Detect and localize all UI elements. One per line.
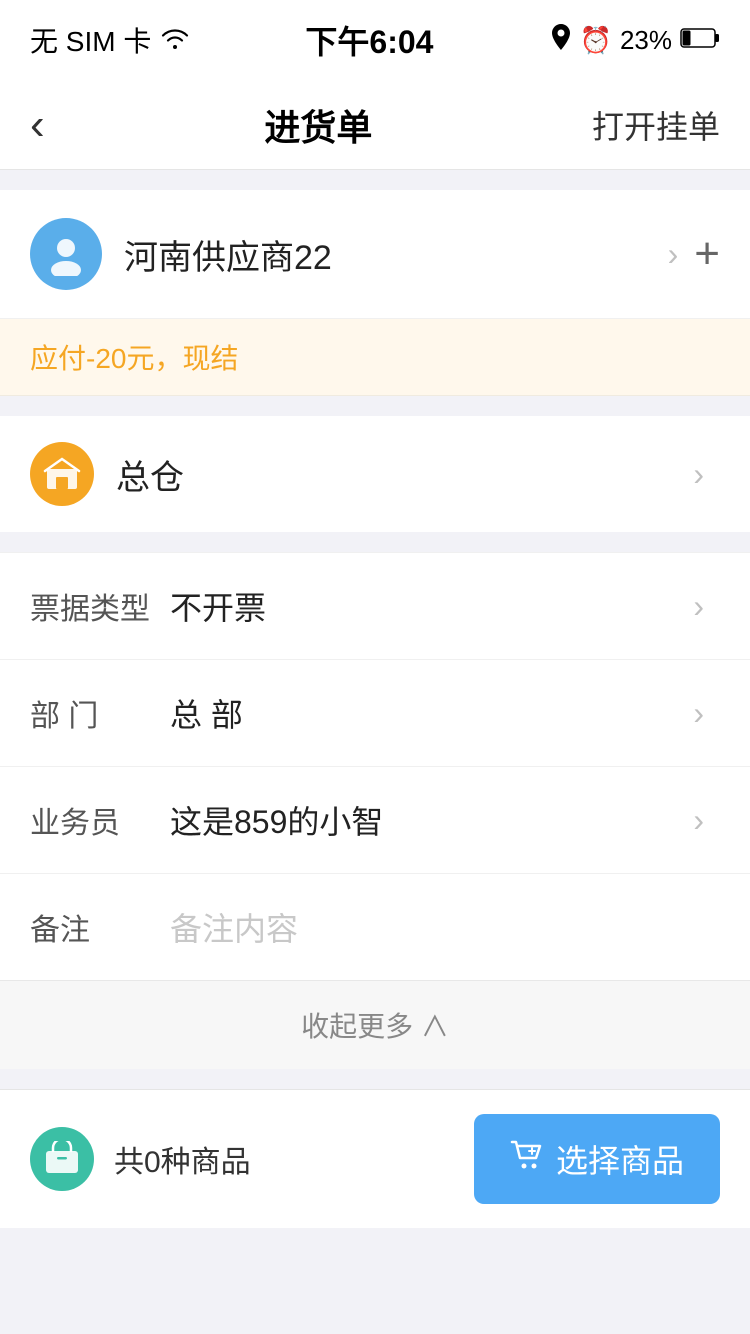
status-indicators: ⏰ 23% (550, 24, 720, 57)
cart-icon (510, 1140, 544, 1178)
wifi-icon (161, 24, 189, 56)
form-row-invoice[interactable]: 票据类型 不开票 › (0, 552, 750, 659)
open-pending-button[interactable]: 打开挂单 (592, 102, 720, 148)
add-supplier-button[interactable]: + (694, 232, 720, 276)
warehouse-icon (30, 442, 94, 506)
notice-bar: 应付-20元，现结 (0, 319, 750, 396)
supplier-name: 河南供应商22 (124, 230, 668, 279)
mid-divider-2 (0, 532, 750, 552)
value-dept: 总 部 (170, 690, 693, 736)
bottom-divider (0, 1069, 750, 1089)
location-icon (550, 24, 572, 57)
dept-chevron-icon: › (693, 695, 704, 732)
invoice-chevron-icon: › (693, 588, 704, 625)
nav-bar: ‹ 进货单 打开挂单 (0, 80, 750, 170)
value-invoice: 不开票 (170, 583, 693, 629)
form-row-remark[interactable]: 备注 备注内容 (0, 873, 750, 980)
mid-divider-1 (0, 396, 750, 416)
warehouse-card: 总仓 › (0, 416, 750, 532)
warehouse-chevron-icon: › (693, 456, 704, 493)
salesman-chevron-icon: › (693, 802, 704, 839)
battery-icon (680, 25, 720, 56)
label-dept: 部 门 (30, 691, 170, 735)
form-row-salesman[interactable]: 业务员 这是859的小智 › (0, 766, 750, 873)
page-title: 进货单 (264, 99, 372, 151)
form-row-dept[interactable]: 部 门 总 部 › (0, 659, 750, 766)
label-remark: 备注 (30, 905, 170, 949)
select-product-button[interactable]: 选择商品 (474, 1114, 720, 1204)
warehouse-row[interactable]: 总仓 › (0, 416, 750, 532)
status-time: 下午6:04 (305, 17, 433, 63)
select-btn-label: 选择商品 (556, 1136, 684, 1182)
label-salesman: 业务员 (30, 798, 170, 842)
supplier-card: 河南供应商22 › + 应付-20元，现结 (0, 190, 750, 396)
collapse-label: 收起更多 ∧ (301, 1011, 449, 1042)
value-salesman: 这是859的小智 (170, 797, 693, 843)
bottom-bar: 共0种商品 选择商品 (0, 1089, 750, 1228)
supplier-chevron-icon: › (668, 236, 679, 273)
supplier-avatar (30, 218, 102, 290)
clock-icon: ⏰ (580, 25, 612, 56)
status-bar: 无 SIM 卡 下午6:04 ⏰ 23% (0, 0, 750, 80)
label-invoice: 票据类型 (30, 584, 170, 628)
product-icon (30, 1127, 94, 1191)
supplier-row[interactable]: 河南供应商22 › + (0, 190, 750, 319)
remark-placeholder: 备注内容 (170, 904, 720, 950)
collapse-row[interactable]: 收起更多 ∧ (0, 980, 750, 1069)
status-carrier: 无 SIM 卡 (30, 20, 189, 60)
battery-text: 23% (620, 25, 672, 56)
product-count: 共0种商品 (114, 1137, 454, 1181)
back-button[interactable]: ‹ (30, 100, 45, 150)
form-card: 票据类型 不开票 › 部 门 总 部 › 业务员 这是859的小智 › 备注 备… (0, 552, 750, 1069)
warehouse-name: 总仓 (116, 450, 693, 499)
top-divider (0, 170, 750, 190)
